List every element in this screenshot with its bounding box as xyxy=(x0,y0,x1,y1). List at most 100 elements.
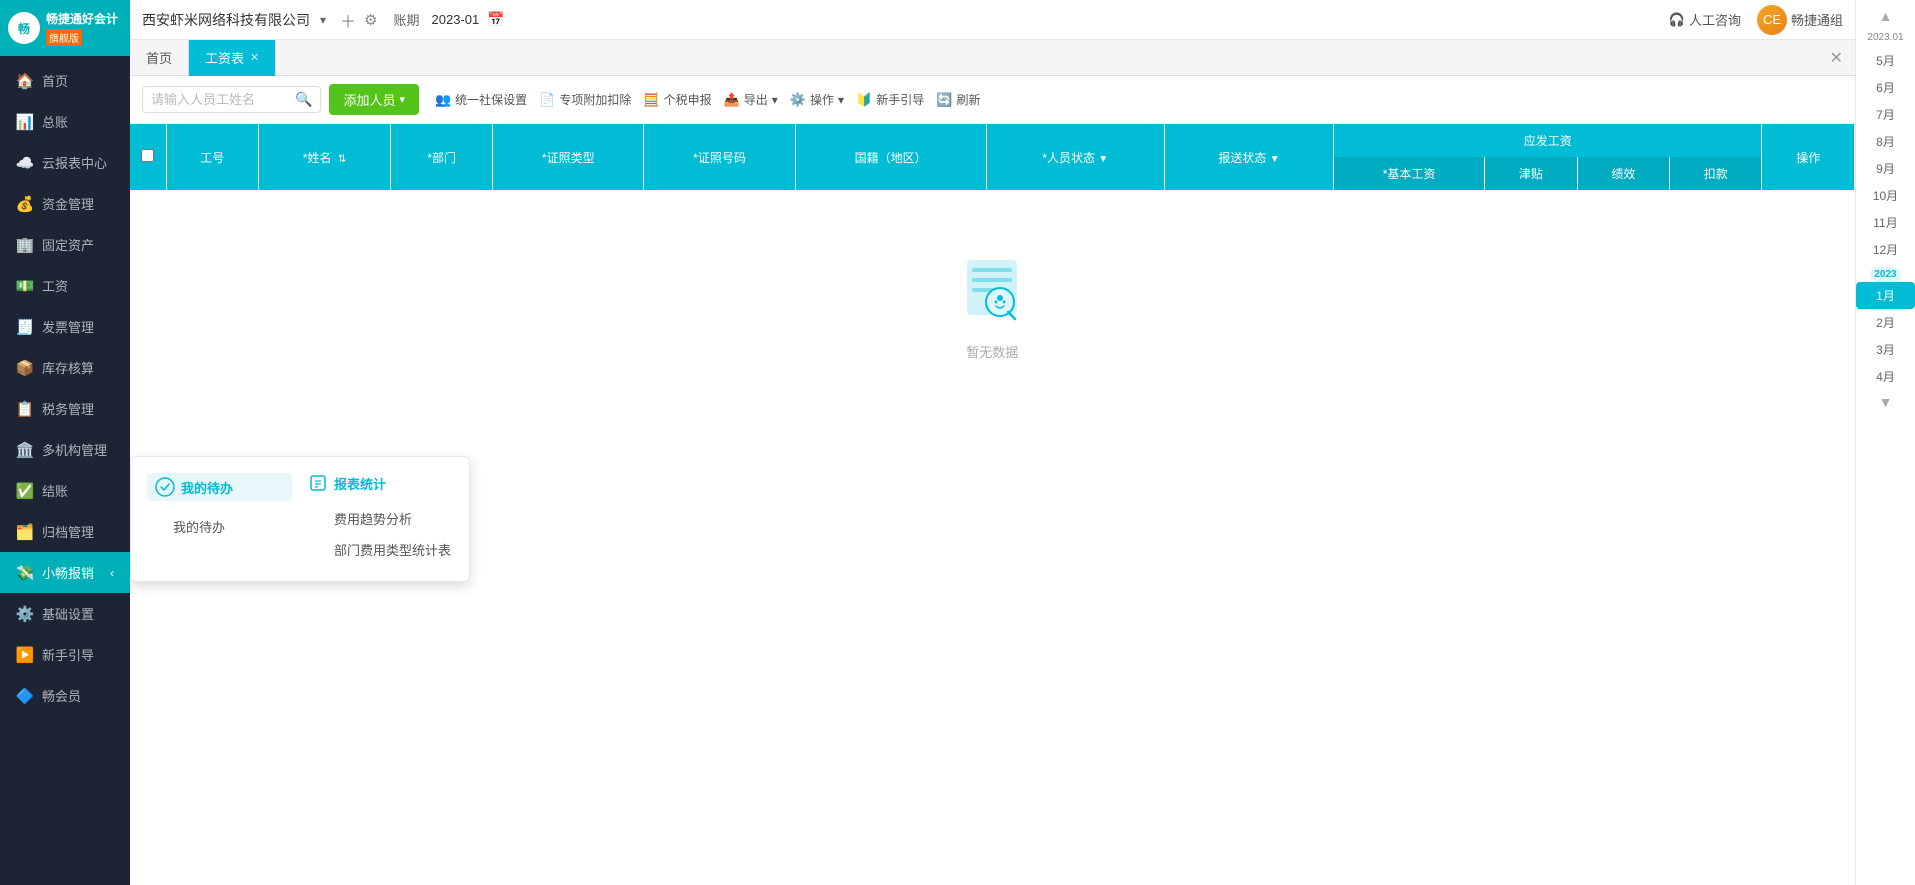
search-icon[interactable]: 🔍 xyxy=(295,91,312,108)
operation-arrow: ▾ xyxy=(838,93,844,107)
cloud-icon: ☁️ xyxy=(16,154,34,172)
status-filter[interactable]: ▼ xyxy=(1098,154,1108,165)
month-9[interactable]: 9月 xyxy=(1856,155,1915,182)
month-1[interactable]: 1月 xyxy=(1856,282,1915,309)
export-label: 导出 xyxy=(744,91,768,108)
sidebar-item-basic-settings[interactable]: ⚙️ 基础设置 xyxy=(0,593,130,634)
popup-item-dept-cost[interactable]: 部门费用类型统计表 xyxy=(308,534,453,565)
report-status-filter[interactable]: ▼ xyxy=(1270,154,1280,165)
month-2[interactable]: 2月 xyxy=(1856,309,1915,336)
th-checkbox[interactable] xyxy=(130,124,166,190)
company-dropdown-arrow[interactable]: ▾ xyxy=(320,13,326,27)
social-insurance-action[interactable]: 👥 统一社保设置 xyxy=(435,91,527,108)
headset-icon: 🎧 xyxy=(1669,12,1685,28)
popup-todo-title[interactable]: 我的待办 xyxy=(147,473,292,501)
month-nav-down[interactable]: ▼ xyxy=(1856,390,1915,414)
operation-action[interactable]: ⚙️ 操作 ▾ xyxy=(790,91,844,108)
year-2023-label: 2023.01 xyxy=(1867,28,1903,47)
add-people-dropdown-arrow: ▾ xyxy=(399,93,405,106)
tab-salary-table[interactable]: 工资表 ✕ xyxy=(189,40,276,76)
month-10[interactable]: 10月 xyxy=(1856,182,1915,209)
month-3[interactable]: 3月 xyxy=(1856,336,1915,363)
select-all-checkbox[interactable] xyxy=(141,149,154,162)
period-value[interactable]: 2023-01 xyxy=(432,12,480,27)
tab-salary-label: 工资表 xyxy=(205,48,244,67)
archive-icon: 🗂️ xyxy=(16,523,34,541)
collapse-arrow: ‹ xyxy=(110,566,114,580)
th-country: 国籍（地区） xyxy=(795,124,986,190)
popup-report-title[interactable]: 报表统计 xyxy=(308,473,453,493)
operation-label: 操作 xyxy=(810,91,834,108)
settings-icon: ⚙️ xyxy=(16,605,34,623)
th-payable: 应发工资 xyxy=(1333,124,1762,157)
add-company-icon[interactable]: ＋ xyxy=(340,8,356,32)
sidebar-item-archive[interactable]: 🗂️ 归档管理 xyxy=(0,511,130,552)
sidebar-label-tax: 税务管理 xyxy=(42,399,94,418)
company-name[interactable]: 西安虾米网络科技有限公司 xyxy=(142,10,310,30)
calendar-icon[interactable]: 📅 xyxy=(487,11,504,28)
sidebar-item-home[interactable]: 🏠 首页 xyxy=(0,60,130,101)
th-name: *姓名 ⇅ xyxy=(258,124,390,190)
add-people-label: 添加人员 xyxy=(343,90,395,109)
sidebar-item-multi-org[interactable]: 🏛️ 多机构管理 xyxy=(0,429,130,470)
month-4[interactable]: 4月 xyxy=(1856,363,1915,390)
customer-service[interactable]: 🎧 人工咨询 xyxy=(1669,10,1741,29)
add-people-button[interactable]: 添加人员 ▾ xyxy=(329,84,419,115)
popup-menu: 我的待办 我的待办 报表统计 xyxy=(130,456,470,582)
sidebar-item-vip[interactable]: 🔷 畅会员 xyxy=(0,675,130,716)
refresh-action[interactable]: 🔄 刷新 xyxy=(936,91,980,108)
sidebar-item-inventory[interactable]: 📦 库存核算 xyxy=(0,347,130,388)
sidebar-item-new-guide[interactable]: ▶️ 新手引导 xyxy=(0,634,130,675)
tab-salary-close[interactable]: ✕ xyxy=(250,51,259,64)
special-deduct-icon: 📄 xyxy=(539,92,555,108)
month-6[interactable]: 6月 xyxy=(1856,74,1915,101)
personal-tax-action[interactable]: 🧮 个税申报 xyxy=(643,91,711,108)
sidebar-item-cloud-report[interactable]: ☁️ 云报表中心 xyxy=(0,142,130,183)
th-performance: 绩效 xyxy=(1577,157,1669,190)
sidebar-item-expense[interactable]: 💸 小畅报销 ‹ xyxy=(0,552,130,593)
customer-service-label: 人工咨询 xyxy=(1689,10,1741,29)
sidebar-item-tax[interactable]: 📋 税务管理 xyxy=(0,388,130,429)
tab-home-label: 首页 xyxy=(146,48,172,67)
sidebar-item-salary[interactable]: 💵 工资 xyxy=(0,265,130,306)
operation-icon: ⚙️ xyxy=(790,92,806,108)
sidebar-item-settlement[interactable]: ✅ 结账 xyxy=(0,470,130,511)
export-arrow: ▾ xyxy=(772,93,778,107)
sidebar-label-guide: 新手引导 xyxy=(42,645,94,664)
month-nav-up[interactable]: ▲ xyxy=(1856,4,1915,28)
month-7[interactable]: 7月 xyxy=(1856,101,1915,128)
social-insurance-label: 统一社保设置 xyxy=(455,91,527,108)
popup-item-cost-trend[interactable]: 费用趋势分析 xyxy=(308,503,453,534)
month-11[interactable]: 11月 xyxy=(1856,209,1915,236)
special-deduct-action[interactable]: 📄 专项附加扣除 xyxy=(539,91,631,108)
popup-todo-title-text: 我的待办 xyxy=(181,478,233,497)
export-action[interactable]: 📤 导出 ▾ xyxy=(724,91,778,108)
user-profile[interactable]: CE 畅捷通组 xyxy=(1757,5,1843,35)
company-settings-icon[interactable]: ⚙ xyxy=(364,11,377,29)
app-logo[interactable]: 畅 畅捷通好会计 旗舰版 xyxy=(0,0,130,56)
month-12[interactable]: 12月 xyxy=(1856,236,1915,263)
sidebar-label-vip: 畅会员 xyxy=(42,686,81,705)
new-guide-action[interactable]: 🔰 新手引导 xyxy=(856,91,924,108)
empty-icon xyxy=(952,250,1032,330)
settlement-icon: ✅ xyxy=(16,482,34,500)
search-input[interactable] xyxy=(151,92,291,107)
popup-item-my-todo[interactable]: 我的待办 xyxy=(147,511,292,542)
tab-close-right[interactable]: ✕ xyxy=(1818,48,1855,68)
personal-tax-label: 个税申报 xyxy=(664,91,712,108)
empty-cell: 暂无数据 xyxy=(130,190,1855,421)
sidebar-label-inventory: 库存核算 xyxy=(42,358,94,377)
export-icon: 📤 xyxy=(724,92,740,108)
fund-icon: 💰 xyxy=(16,195,34,213)
month-8[interactable]: 8月 xyxy=(1856,128,1915,155)
tab-home[interactable]: 首页 xyxy=(130,40,189,76)
sidebar-item-invoice[interactable]: 🧾 发票管理 xyxy=(0,306,130,347)
sidebar: 畅 畅捷通好会计 旗舰版 🏠 首页 📊 总账 ☁️ 云报表中心 💰 资金管理 🏢… xyxy=(0,0,130,885)
sidebar-item-fund[interactable]: 💰 资金管理 xyxy=(0,183,130,224)
name-sort[interactable]: ⇅ xyxy=(338,154,346,165)
sidebar-item-fixed-assets[interactable]: 🏢 固定资产 xyxy=(0,224,130,265)
popup-my-todo-label: 我的待办 xyxy=(173,520,225,535)
period-label: 账期 xyxy=(394,10,420,29)
month-5[interactable]: 5月 xyxy=(1856,47,1915,74)
sidebar-item-ledger[interactable]: 📊 总账 xyxy=(0,101,130,142)
